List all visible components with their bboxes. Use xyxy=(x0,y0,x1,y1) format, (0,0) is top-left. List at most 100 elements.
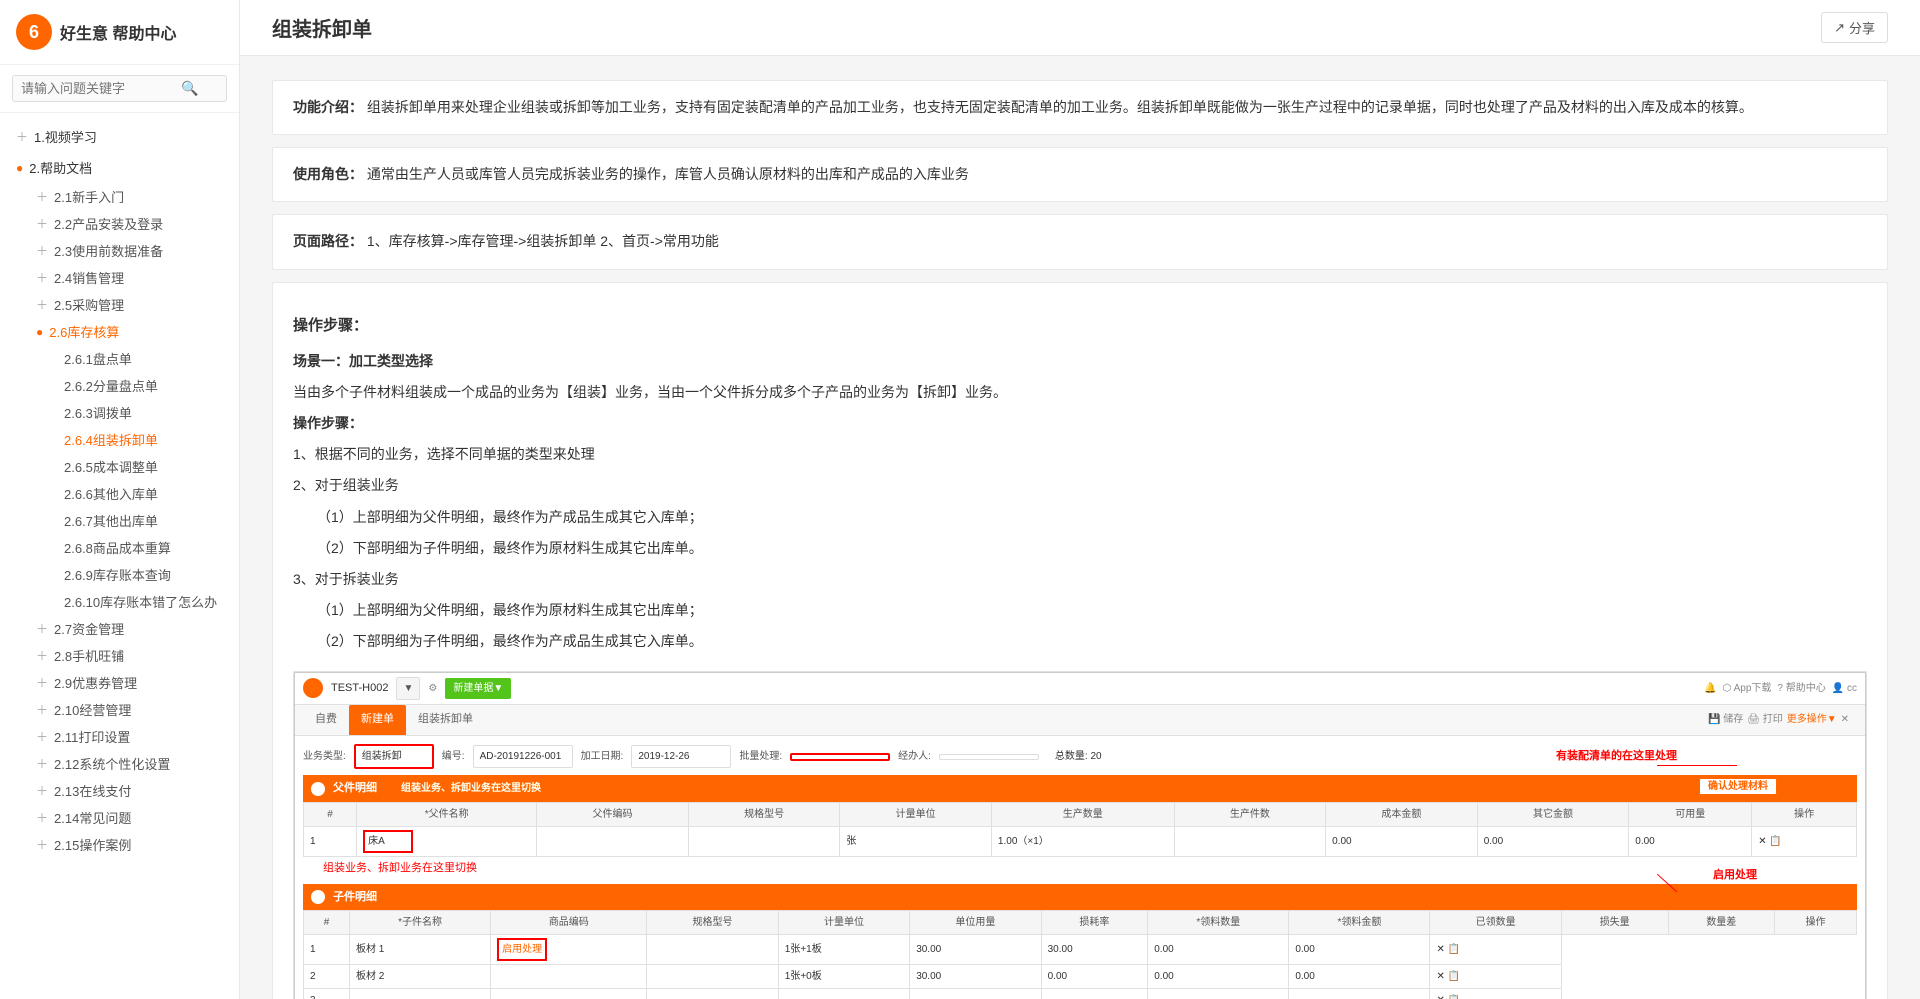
mock-operator xyxy=(939,754,1039,760)
sidebar-item-newcomer[interactable]: ＋ 2.1新手入门 xyxy=(28,183,239,210)
section2-dot xyxy=(311,890,325,904)
sidebar-item-inv265[interactable]: 2.6.5成本调整单 xyxy=(56,453,239,480)
step3-2: （2）下部明细为子件明细，最终作为产成品生成其它入库单。 xyxy=(317,629,1867,654)
logo-area: 6 好生意 帮助中心 xyxy=(0,0,239,65)
plus-icon: ＋ xyxy=(36,674,48,691)
sidebar-item-prepare[interactable]: ＋ 2.3使用前数据准备 xyxy=(28,237,239,264)
mock-table2: # *子件名称 商品编码 规格型号 计量单位 单位用量 损耗率 *领料数量 *领 xyxy=(303,910,1857,999)
plus-icon: ＋ xyxy=(36,215,48,232)
share-button[interactable]: ↗ 分享 xyxy=(1821,12,1888,43)
mock-form: 业务类型: 组装拆卸 编号: AD-20191226-001 加工日期: 201… xyxy=(295,736,1865,999)
plus-icon: ＋ xyxy=(36,242,48,259)
section-dot xyxy=(311,782,325,796)
sidebar-item-purchase[interactable]: ＋ 2.5采购管理 xyxy=(28,291,239,318)
search-icon[interactable]: 🔍 xyxy=(181,80,198,97)
mock-date: 2019-12-26 xyxy=(631,745,731,768)
mock-icon-apps: ⬡ App下载 xyxy=(1723,680,1772,697)
step2: 2、对于组装业务 xyxy=(293,473,1867,498)
search-box[interactable]: 🔍 xyxy=(12,75,227,102)
mock-confirm-btn: 确认处理材料 xyxy=(1699,777,1777,796)
mock-biz-type: 组装拆卸 xyxy=(354,744,434,769)
sidebar-item-mobile[interactable]: ＋ 2.8手机旺铺 xyxy=(28,642,239,669)
mock-tab-doc: 组装拆卸单 xyxy=(406,705,485,736)
sidebar-item-finance[interactable]: ＋ 2.7资金管理 xyxy=(28,615,239,642)
step3: 3、对于拆装业务 xyxy=(293,567,1867,592)
sidebar-item-cases[interactable]: ＋ 2.15操作案例 xyxy=(28,831,239,858)
mock-icon-user: 👤 cc xyxy=(1832,680,1857,697)
search-input[interactable] xyxy=(21,81,181,96)
step3-1: （1）上部明细为父件明细，最终作为原材料生成其它出库单； xyxy=(317,598,1867,623)
mock-count: 总数量: 20 xyxy=(1055,748,1102,765)
annotation-text1: 有装配清单的在这里处理 xyxy=(1556,747,1677,766)
mock-more-icon: 更多操作▼ xyxy=(1787,711,1837,728)
scene1-desc: 当由多个子件材料组装成一个成品的业务为【组装】业务，当由一个父件拆分成多个子产品… xyxy=(293,380,1867,405)
step1: 1、根据不同的业务，选择不同单据的类型来处理 xyxy=(293,442,1867,467)
topbar: 组装拆卸单 ↗ 分享 xyxy=(240,0,1920,56)
sidebar-item-inv264[interactable]: 2.6.4组装拆卸单 xyxy=(56,426,239,453)
sidebar-item-install[interactable]: ＋ 2.2产品安装及登录 xyxy=(28,210,239,237)
nav-tree: ＋ 1.视频学习 ● 2.帮助文档 ＋ 2.1新手入门 ＋ 2.2产品安装及登录… xyxy=(0,113,239,999)
sidebar: 6 好生意 帮助中心 🔍 ＋ 1.视频学习 ● 2.帮助文档 ＋ 2.1新手入门… xyxy=(0,0,240,999)
sidebar-item-system[interactable]: ＋ 2.12系统个性化设置 xyxy=(28,750,239,777)
sidebar-item-inv266[interactable]: 2.6.6其他入库单 xyxy=(56,480,239,507)
section2-header-wrapper: 子件明细 启用处理 xyxy=(303,884,1857,911)
annotation-text2: 组装业务、拆卸业务在这里切换 xyxy=(323,859,1857,878)
sidebar-item-inv263[interactable]: 2.6.3调拨单 xyxy=(56,399,239,426)
sidebar-item-payment[interactable]: ＋ 2.13在线支付 xyxy=(28,777,239,804)
step2-2: （2）下部明细为子件明细，最终作为原材料生成其它出库单。 xyxy=(317,536,1867,561)
intro-block: 功能介绍： 组装拆卸单用来处理企业组装或拆卸等加工业务，支持有固定装配清单的产品… xyxy=(272,80,1888,135)
step2-1: （1）上部明细为父件明细，最终作为产成品生成其它入库单； xyxy=(317,505,1867,530)
sidebar-item-coupon[interactable]: ＋ 2.9优惠券管理 xyxy=(28,669,239,696)
nav-sub-inventory: 2.6.1盘点单 2.6.2分量盘点单 2.6.3调拨单 2.6.4组装拆卸单 … xyxy=(28,345,239,615)
mock-batch xyxy=(790,753,890,761)
app-name: 好生意 帮助中心 xyxy=(60,20,176,44)
plus-icon: ＋ xyxy=(36,647,48,664)
sidebar-item-inventory[interactable]: ● 2.6库存核算 xyxy=(28,318,239,345)
sidebar-item-inv2610[interactable]: 2.6.10库存账本错了怎么办 xyxy=(56,588,239,615)
plus-icon: ＋ xyxy=(36,620,48,637)
sidebar-item-faq[interactable]: ＋ 2.14常见问题 xyxy=(28,804,239,831)
sidebar-item-docs[interactable]: ● 2.帮助文档 xyxy=(0,152,239,183)
sidebar-item-inv267[interactable]: 2.6.7其他出库单 xyxy=(56,507,239,534)
sidebar-item-inv269[interactable]: 2.6.9库存账本查询 xyxy=(56,561,239,588)
mock-doc-num: AD-20191226-001 xyxy=(473,745,573,768)
mock-screenshot: TEST-H002 ▼ ⚙ 新建单据▼ 🔔 ⬡ App下载 ? 帮助中心 👤 c… xyxy=(294,672,1866,999)
annotation-switch: 组装业务、拆卸业务在这里切换 xyxy=(401,780,541,797)
sidebar-item-inv261[interactable]: 2.6.1盘点单 xyxy=(56,345,239,372)
sidebar-item-operation[interactable]: ＋ 2.10经营管理 xyxy=(28,696,239,723)
mock-logo xyxy=(303,678,323,698)
page-title: 组装拆卸单 xyxy=(272,13,372,42)
scene1-title: 场景一：加工类型选择 xyxy=(293,350,1867,374)
section-header-wrapper: 父件明细 组装业务、拆卸业务在这里切换 确认处理材料 xyxy=(303,775,1857,802)
screenshot-container: TEST-H002 ▼ ⚙ 新建单据▼ 🔔 ⬡ App下载 ? 帮助中心 👤 c… xyxy=(293,671,1867,999)
sidebar-item-print[interactable]: ＋ 2.11打印设置 xyxy=(28,723,239,750)
plus-icon: ＋ xyxy=(36,755,48,772)
mock-tab-new: 新建单 xyxy=(349,705,406,736)
mock-icons: 🔔 ⬡ App下载 ? 帮助中心 👤 cc xyxy=(1704,680,1857,697)
ops-label: 操作步骤： xyxy=(293,313,1867,339)
sidebar-item-sales[interactable]: ＋ 2.4销售管理 xyxy=(28,264,239,291)
path-block: 页面路径： 1、库存核算->库存管理->组装拆卸单 2、首页->常用功能 xyxy=(272,214,1888,269)
plus-icon: ＋ xyxy=(36,728,48,745)
mock-table2-wrapper: # *子件名称 商品编码 规格型号 计量单位 单位用量 损耗率 *领料数量 *领 xyxy=(303,910,1857,999)
sidebar-item-inv268[interactable]: 2.6.8商品成本重算 xyxy=(56,534,239,561)
mock-action-btns: 💾 储存 🖨 打印 更多操作▼ ✕ xyxy=(1700,711,1857,728)
sidebar-item-video[interactable]: ＋ 1.视频学习 xyxy=(0,121,239,152)
mock-print-icon: 🖨 打印 xyxy=(1747,711,1782,728)
table-row: 1 床A 张 1.00（×1） 0.00 0.00 xyxy=(304,826,1857,856)
content-area: 功能介绍： 组装拆卸单用来处理企业组装或拆卸等加工业务，支持有固定装配清单的产品… xyxy=(240,56,1920,999)
mock-table1-wrapper: # *父件名称 父件编码 规格型号 计量单位 生产数量 生产件数 成本金额 其它 xyxy=(303,802,1857,857)
plus-icon: ＋ xyxy=(36,188,48,205)
mock-icon-bell: 🔔 xyxy=(1704,680,1716,697)
annotation-text3: 启用处理 xyxy=(1713,866,1757,885)
share-icon: ↗ xyxy=(1834,20,1845,36)
sidebar-item-inv262[interactable]: 2.6.2分量盘点单 xyxy=(56,372,239,399)
plus-icon: ＋ xyxy=(36,296,48,313)
plus-icon: ＋ xyxy=(36,701,48,718)
ops-block: 操作步骤： 场景一：加工类型选择 当由多个子件材料组装成一个成品的业务为【组装】… xyxy=(272,282,1888,999)
logo-icon: 6 xyxy=(16,14,52,50)
mock-save-icon: 💾 储存 xyxy=(1708,711,1743,728)
annotation-line1 xyxy=(1657,765,1737,766)
steps-label: 操作步骤： xyxy=(293,411,1867,436)
mock-close-icon: ✕ xyxy=(1841,711,1849,728)
